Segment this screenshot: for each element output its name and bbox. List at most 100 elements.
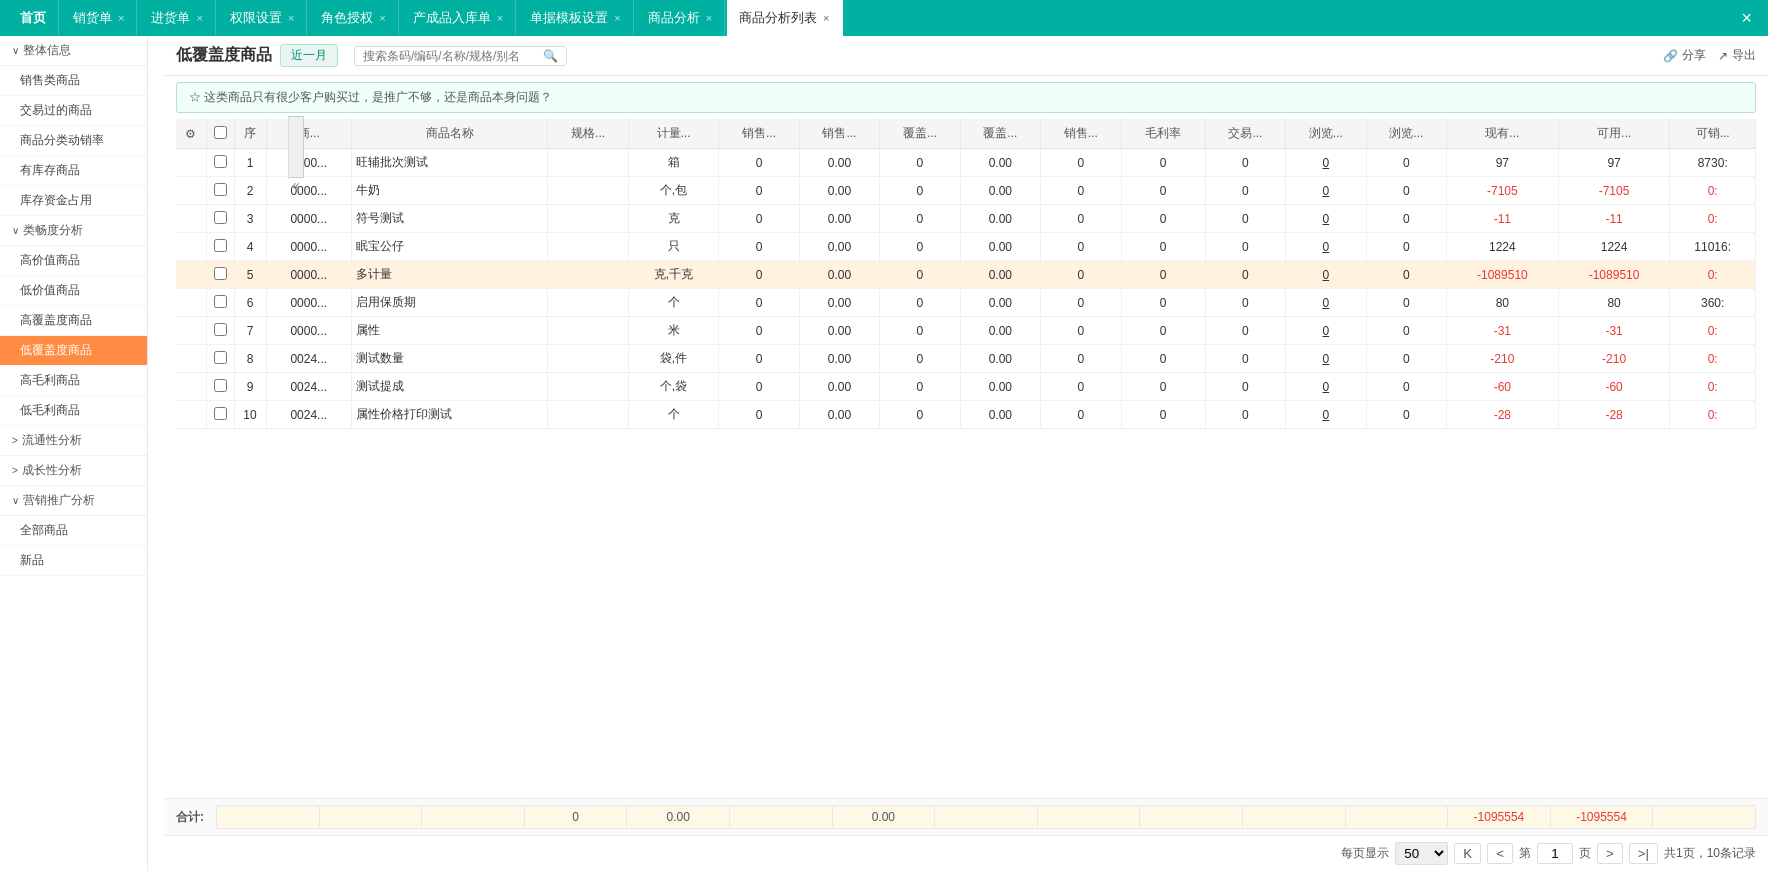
row-checkbox[interactable] [214, 155, 227, 168]
nav-tab-templateset[interactable]: 单据模板设置 × [518, 0, 633, 36]
row-checkbox[interactable] [214, 351, 227, 364]
sidebar-group-flow-label: 类畅度分析 [23, 222, 83, 239]
close-productinstock-icon[interactable]: × [497, 12, 503, 24]
sidebar-group-liquidity[interactable]: > 流通性分析 [0, 426, 147, 456]
window-close-button[interactable]: × [1733, 8, 1760, 29]
nav-tab-productanalysis[interactable]: 商品分析 × [636, 0, 725, 36]
sidebar-item-high-margin[interactable]: 高毛利商品 [0, 366, 147, 396]
close-salesorder-icon[interactable]: × [118, 12, 124, 24]
close-purchaseorder-icon[interactable]: × [196, 12, 202, 24]
col-settings[interactable]: ⚙ [176, 119, 206, 149]
per-page-select[interactable]: 50 100 200 [1395, 842, 1448, 865]
table-row: 100024...属性价格打印测试个00.0000.0000000-28-280… [176, 401, 1756, 429]
sidebar-group-overall-label: 整体信息 [23, 42, 71, 59]
sidebar-group-growth-label: 成长性分析 [22, 462, 82, 479]
top-navigation: 首页 销货单 × 进货单 × 权限设置 × 角色授权 × 产成品入库单 × 单据… [0, 0, 1768, 36]
row-checkbox[interactable] [214, 239, 227, 252]
pagination: 每页显示 50 100 200 K < 第 页 > >| 共1页，10条记录 [164, 835, 1768, 871]
search-input[interactable] [363, 49, 543, 63]
nav-tab-productanalysislist[interactable]: 商品分析列表 × [727, 0, 842, 36]
row-checkbox[interactable] [214, 211, 227, 224]
col-spec: 规格... [548, 119, 628, 149]
sidebar-item-low-value[interactable]: 低价值商品 [0, 276, 147, 306]
table-row: 90024...测试提成个,袋00.0000.0000000-60-600: [176, 373, 1756, 401]
per-page-label: 每页显示 [1341, 845, 1389, 862]
nav-tab-salesorder[interactable]: 销货单 × [61, 0, 137, 36]
table-row: 80024...测试数量袋,件00.0000.0000000-210-2100: [176, 345, 1756, 373]
sidebar-item-category-salesrate[interactable]: 商品分类动销率 [0, 126, 147, 156]
table-container: ⚙ 序 商... 商品名称 规格... 计量... 销售... 销售... 覆盖… [164, 119, 1768, 798]
sidebar-item-low-margin[interactable]: 低毛利商品 [0, 396, 147, 426]
row-checkbox[interactable] [214, 267, 227, 280]
row-checkbox[interactable] [214, 295, 227, 308]
filter-period-button[interactable]: 近一月 [280, 44, 338, 67]
close-productanalysislist-icon[interactable]: × [823, 12, 829, 24]
table-row: 20000...牛奶个,包00.0000.0000000-7105-71050: [176, 177, 1756, 205]
close-roleauth-icon[interactable]: × [379, 12, 385, 24]
nav-tab-productinstock-label: 产成品入库单 [413, 9, 491, 27]
close-permissions-icon[interactable]: × [288, 12, 294, 24]
sidebar-item-stock-goods[interactable]: 有库存商品 [0, 156, 147, 186]
row-checkbox[interactable] [214, 183, 227, 196]
table-row: 50000...多计量克,千克00.0000.0000000-1089510-1… [176, 261, 1756, 289]
col-sales-qty: 销售... [719, 119, 799, 149]
close-templateset-icon[interactable]: × [614, 12, 620, 24]
export-button[interactable]: ↗ 导出 [1718, 47, 1756, 64]
col-checkbox[interactable] [206, 119, 234, 149]
col-code: 商... [266, 119, 351, 149]
row-checkbox[interactable] [214, 407, 227, 420]
nav-tab-home[interactable]: 首页 [8, 0, 59, 36]
sidebar-item-high-coverage[interactable]: 高覆盖度商品 [0, 306, 147, 336]
sidebar-item-all-goods[interactable]: 全部商品 [0, 516, 147, 546]
row-checkbox[interactable] [214, 379, 227, 392]
nav-tab-roleauth[interactable]: 角色授权 × [309, 0, 398, 36]
select-all-checkbox[interactable] [214, 126, 227, 139]
sidebar-group-marketing[interactable]: ∨ 营销推广分析 [0, 486, 147, 516]
sidebar-item-low-coverage[interactable]: 低覆盖度商品 [0, 336, 147, 366]
sidebar-item-high-value[interactable]: 高价值商品 [0, 246, 147, 276]
col-browse2: 浏览... [1366, 119, 1446, 149]
nav-tab-permissions-label: 权限设置 [230, 9, 282, 27]
banner-icon: ☆ [189, 90, 201, 104]
sidebar-item-sales-goods[interactable]: 销售类商品 [0, 66, 147, 96]
table-body: 10000...旺辅批次测试箱00.0000.000000097978730:2… [176, 149, 1756, 429]
col-current-stock: 现有... [1447, 119, 1559, 149]
content-header: 低覆盖度商品 近一月 🔍 🔗 分享 ↗ 导出 [164, 36, 1768, 76]
sidebar-group-flow[interactable]: ∨ 类畅度分析 [0, 216, 147, 246]
sidebar-group-liquidity-label: 流通性分析 [22, 432, 82, 449]
search-box[interactable]: 🔍 [354, 46, 567, 66]
first-page-button[interactable]: K [1454, 843, 1481, 864]
col-trade: 交易... [1205, 119, 1285, 149]
col-sales-amt: 销售... [799, 119, 879, 149]
table-header-row: ⚙ 序 商... 商品名称 规格... 计量... 销售... 销售... 覆盖… [176, 119, 1756, 149]
col-sales3: 销售... [1041, 119, 1121, 149]
sidebar-item-new-goods[interactable]: 新品 [0, 546, 147, 576]
sidebar-group-overall[interactable]: ∨ 整体信息 [0, 36, 147, 66]
next-page-button[interactable]: > [1597, 843, 1623, 864]
close-productanalysis-icon[interactable]: × [706, 12, 712, 24]
col-cover1: 覆盖... [880, 119, 960, 149]
nav-tab-purchaseorder-label: 进货单 [151, 9, 190, 27]
page-suffix: 页 [1579, 845, 1591, 862]
nav-tab-permissions[interactable]: 权限设置 × [218, 0, 307, 36]
page-number-input[interactable] [1537, 843, 1573, 864]
nav-tab-purchaseorder[interactable]: 进货单 × [139, 0, 215, 36]
sidebar-item-stock-capital[interactable]: 库存资金占用 [0, 186, 147, 216]
last-page-button[interactable]: >| [1629, 843, 1658, 864]
col-cover2: 覆盖... [960, 119, 1040, 149]
nav-tab-productanalysis-label: 商品分析 [648, 9, 700, 27]
sidebar-collapse-button[interactable]: « [288, 116, 304, 178]
footer-label: 合计: [176, 809, 204, 826]
nav-tab-productinstock[interactable]: 产成品入库单 × [401, 0, 516, 36]
page-title: 低覆盖度商品 [176, 45, 272, 66]
table-row: 70000...属性米00.0000.0000000-31-310: [176, 317, 1756, 345]
share-label: 分享 [1682, 47, 1706, 64]
data-table: ⚙ 序 商... 商品名称 规格... 计量... 销售... 销售... 覆盖… [176, 119, 1756, 429]
prev-page-button[interactable]: < [1487, 843, 1513, 864]
share-icon: 🔗 [1663, 49, 1678, 63]
sidebar-group-marketing-label: 营销推广分析 [23, 492, 95, 509]
sidebar-item-traded-goods[interactable]: 交易过的商品 [0, 96, 147, 126]
sidebar-group-growth[interactable]: > 成长性分析 [0, 456, 147, 486]
share-button[interactable]: 🔗 分享 [1663, 47, 1706, 64]
row-checkbox[interactable] [214, 323, 227, 336]
